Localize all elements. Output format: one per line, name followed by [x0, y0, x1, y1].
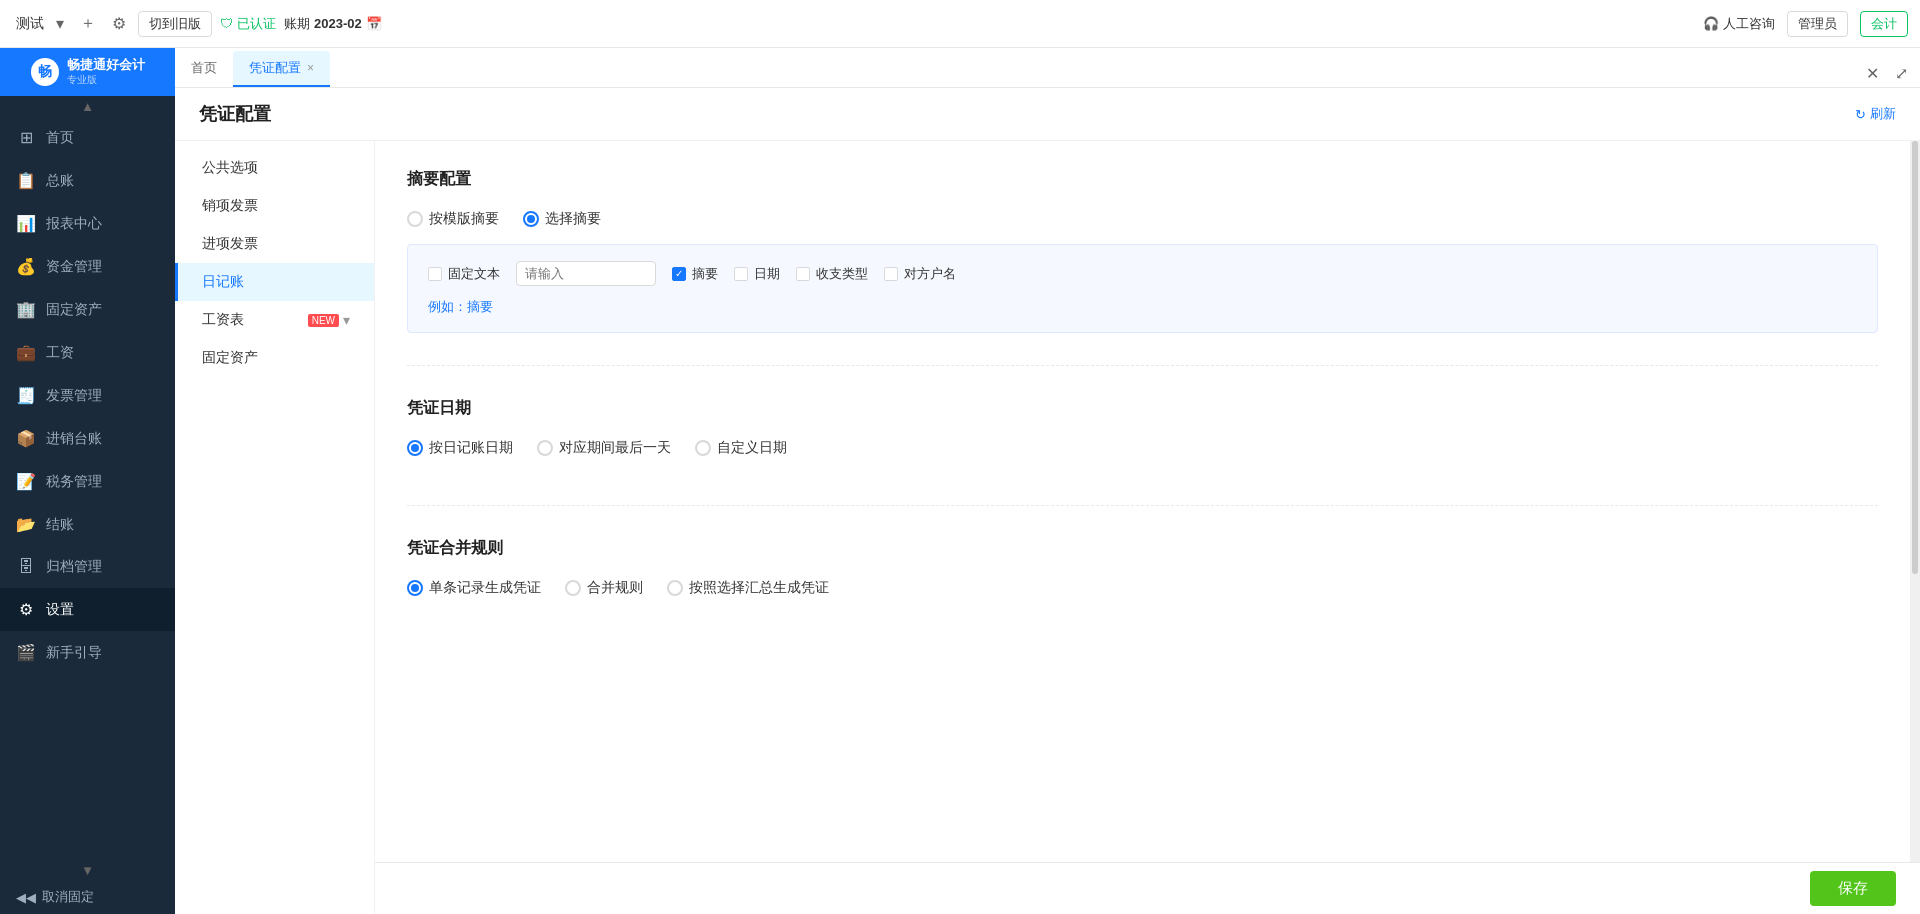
certified-badge: 🛡 已认证: [220, 15, 276, 33]
project-name: 测试: [16, 15, 44, 33]
refresh-btn[interactable]: ↻ 刷新: [1855, 105, 1896, 123]
new-badge: NEW: [308, 314, 339, 327]
sidebar-item-guide[interactable]: 🎬 新手引导: [0, 631, 175, 674]
sidebar-item-settle[interactable]: 📂 结账: [0, 503, 175, 546]
sidebar-logo: 畅 畅捷通好会计 专业版: [0, 48, 175, 96]
sidebar-item-tax[interactable]: 📝 税务管理: [0, 460, 175, 503]
purchase-icon: 📦: [16, 429, 36, 448]
checkbox-date[interactable]: 日期: [734, 265, 780, 283]
sidebar-scroll-up[interactable]: ▲: [0, 96, 175, 116]
role-btn[interactable]: 会计: [1860, 11, 1908, 37]
checkbox-counterparty[interactable]: 对方户名: [884, 265, 956, 283]
tab-home[interactable]: 首页: [175, 51, 233, 87]
radio-select-merge[interactable]: 按照选择汇总生成凭证: [667, 579, 829, 597]
checkbox-summary[interactable]: ✓ 摘要: [672, 265, 718, 283]
tab-voucher-config[interactable]: 凭证配置 ×: [233, 51, 330, 87]
invoice-icon: 🧾: [16, 386, 36, 405]
sidebar-item-ledger[interactable]: 📋 总账: [0, 159, 175, 202]
radio-merge-rule[interactable]: 合并规则: [565, 579, 643, 597]
period-display: 账期 2023-02 📅: [284, 15, 382, 33]
date-checkbox: [734, 267, 748, 281]
merge-title: 凭证合并规则: [407, 538, 1878, 559]
summary-section: 摘要配置 按模版摘要 选择摘要: [407, 169, 1878, 366]
radio-single-circle: [407, 580, 423, 596]
radio-select-summary-circle: [523, 211, 539, 227]
fixed-text-input[interactable]: [516, 261, 656, 286]
date-section: 凭证日期 按日记账日期 对应期间最后一天: [407, 398, 1878, 506]
radio-select-merge-circle: [667, 580, 683, 596]
leftnav-public[interactable]: 公共选项: [175, 149, 374, 187]
radio-select-summary[interactable]: 选择摘要: [523, 210, 601, 228]
funds-icon: 💰: [16, 257, 36, 276]
summary-checkbox: ✓: [672, 267, 686, 281]
radio-single[interactable]: 单条记录生成凭证: [407, 579, 541, 597]
service-btn[interactable]: 🎧 人工咨询: [1703, 15, 1775, 33]
shield-icon: 🛡: [220, 16, 233, 31]
switch-old-btn[interactable]: 切到旧版: [138, 11, 212, 37]
radio-merge-rule-circle: [565, 580, 581, 596]
sidebar-item-settings[interactable]: ⚙ 设置: [0, 588, 175, 631]
income-type-checkbox: [796, 267, 810, 281]
radio-journal-date[interactable]: 按日记账日期: [407, 439, 513, 457]
sidebar-item-invoice[interactable]: 🧾 发票管理: [0, 374, 175, 417]
add-btn[interactable]: ＋: [76, 9, 100, 38]
radio-period-last-circle: [537, 440, 553, 456]
merge-section: 凭证合并规则 单条记录生成凭证 合并规则: [407, 538, 1878, 645]
save-btn[interactable]: 保存: [1810, 871, 1896, 906]
settings-btn[interactable]: ⚙: [108, 10, 130, 37]
pin-icon: ◀◀: [16, 890, 36, 905]
salary-icon: 💼: [16, 343, 36, 362]
radio-period-last[interactable]: 对应期间最后一天: [537, 439, 671, 457]
tab-expand-btn[interactable]: ⤢: [1891, 60, 1912, 87]
counterparty-checkbox: [884, 267, 898, 281]
page-title: 凭证配置: [199, 102, 271, 126]
sidebar-item-archive[interactable]: 🗄 归档管理: [0, 546, 175, 588]
logo-icon: 畅: [31, 58, 59, 86]
tab-collapse-btn[interactable]: ✕: [1862, 60, 1883, 87]
home-icon: ⊞: [16, 128, 36, 147]
user-btn[interactable]: 管理员: [1787, 11, 1848, 37]
headset-icon: 🎧: [1703, 16, 1719, 31]
radio-journal-date-circle: [407, 440, 423, 456]
summary-config-box: 固定文本 ✓ 摘要: [407, 244, 1878, 333]
leftnav-sales[interactable]: 销项发票: [175, 187, 374, 225]
summary-example: 例如：摘要: [428, 298, 1857, 316]
leftnav-purchase[interactable]: 进项发票: [175, 225, 374, 263]
guide-icon: 🎬: [16, 643, 36, 662]
sidebar-item-funds[interactable]: 💰 资金管理: [0, 245, 175, 288]
radio-custom-date[interactable]: 自定义日期: [695, 439, 787, 457]
sidebar-item-salary[interactable]: 💼 工资: [0, 331, 175, 374]
settle-icon: 📂: [16, 515, 36, 534]
fixed-text-checkbox: [428, 267, 442, 281]
sidebar-item-purchase[interactable]: 📦 进销台账: [0, 417, 175, 460]
settings-icon: ⚙: [16, 600, 36, 619]
ledger-icon: 📋: [16, 171, 36, 190]
sidebar-item-home[interactable]: ⊞ 首页: [0, 116, 175, 159]
archive-icon: 🗄: [16, 558, 36, 576]
report-icon: 📊: [16, 214, 36, 233]
radio-template-circle: [407, 211, 423, 227]
radio-template[interactable]: 按模版摘要: [407, 210, 499, 228]
logo-text: 畅捷通好会计: [67, 57, 145, 74]
logo-sub: 专业版: [67, 73, 145, 87]
date-title: 凭证日期: [407, 398, 1878, 419]
calendar-icon[interactable]: 📅: [366, 16, 382, 31]
checkbox-fixed-text[interactable]: 固定文本: [428, 265, 500, 283]
checkbox-income-type[interactable]: 收支类型: [796, 265, 868, 283]
sidebar-scroll-down[interactable]: ▼: [0, 860, 175, 880]
leftnav-journal[interactable]: 日记账: [175, 263, 374, 301]
assets-icon: 🏢: [16, 300, 36, 319]
summary-title: 摘要配置: [407, 169, 1878, 190]
radio-custom-date-circle: [695, 440, 711, 456]
sidebar-item-report[interactable]: 📊 报表中心: [0, 202, 175, 245]
refresh-icon: ↻: [1855, 107, 1866, 122]
tax-icon: 📝: [16, 472, 36, 491]
sidebar-item-assets[interactable]: 🏢 固定资产: [0, 288, 175, 331]
tab-close-btn[interactable]: ×: [307, 61, 314, 75]
dropdown-btn[interactable]: ▾: [52, 10, 68, 37]
leftnav-fixed-assets[interactable]: 固定资产: [175, 339, 374, 377]
leftnav-salary-table[interactable]: 工资表 NEW ▾: [175, 301, 374, 339]
cancel-pin-btn[interactable]: ◀◀ 取消固定: [0, 880, 175, 914]
chevron-down-icon: ▾: [343, 312, 350, 328]
